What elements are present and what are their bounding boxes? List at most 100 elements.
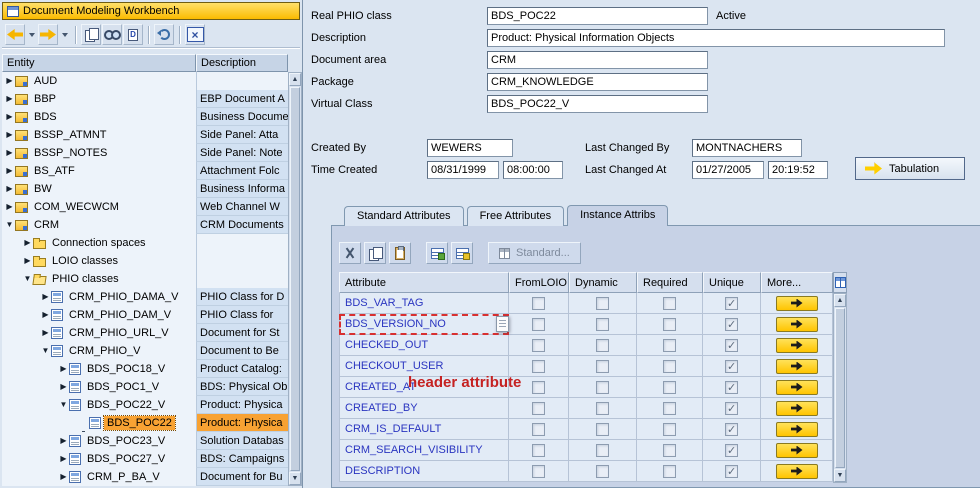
scrollbar-thumb[interactable]	[835, 308, 845, 468]
table-scrollbar[interactable]: ▲ ▼	[833, 293, 847, 483]
scroll-up-icon[interactable]: ▲	[834, 294, 846, 307]
unique-checkbox[interactable]	[725, 317, 738, 331]
tree-row[interactable]: ▶ BS_ATF Attachment Folc	[2, 162, 288, 180]
tree-row[interactable]: ▶ CRM_PHIO_URL_V Document for St	[2, 324, 288, 342]
document-area-field[interactable]	[487, 51, 708, 69]
attribute-row[interactable]: BDS_VAR_TAG	[339, 293, 833, 314]
collapse-icon[interactable]: ▼	[40, 342, 51, 360]
more-detail-button[interactable]	[775, 358, 818, 374]
date-created-field[interactable]	[427, 161, 499, 179]
expand-icon[interactable]: ▶	[4, 126, 15, 144]
tree-row[interactable]: ▶ BDS_POC23_V Solution Databas	[2, 432, 288, 450]
dynamic-checkbox[interactable]	[596, 338, 609, 352]
package-field[interactable]	[487, 73, 708, 91]
tree-row[interactable]: ▶ BSSP_NOTES Side Panel: Note	[2, 144, 288, 162]
required-checkbox[interactable]	[663, 464, 676, 478]
close-button[interactable]: ×	[185, 24, 205, 45]
unique-checkbox[interactable]	[725, 443, 738, 457]
expand-icon[interactable]: ▶	[4, 180, 15, 198]
unique-checkbox[interactable]	[725, 359, 738, 373]
scrollbar-thumb[interactable]	[290, 87, 300, 471]
tree-row[interactable]: ▶ BBP EBP Document A	[2, 90, 288, 108]
tree-row[interactable]: ▼ BDS_POC22_V Product: Physica	[2, 396, 288, 414]
unique-checkbox[interactable]	[725, 338, 738, 352]
attribute-name[interactable]: BDS_VAR_TAG	[345, 297, 423, 309]
attribute-name[interactable]: CHECKED_OUT	[345, 339, 428, 351]
copy-button[interactable]	[81, 24, 101, 45]
attribute-name[interactable]: BDS_VERSION_NO	[345, 318, 446, 330]
dynamic-checkbox[interactable]	[596, 464, 609, 478]
expand-icon[interactable]: ▶	[58, 450, 69, 468]
expand-icon[interactable]: ▶	[4, 72, 15, 90]
attribute-row[interactable]: DESCRIPTION	[339, 461, 833, 482]
dynamic-checkbox[interactable]	[596, 359, 609, 373]
expand-icon[interactable]: ▶	[40, 324, 51, 342]
expand-icon[interactable]: ▶	[4, 198, 15, 216]
time-changed-field[interactable]	[768, 161, 828, 179]
tree-row-selected[interactable]: BDS_POC22 Product: Physica	[2, 414, 288, 432]
back-button[interactable]	[5, 24, 25, 45]
tree-row[interactable]: ▶ BDS_POC27_V BDS: Campaigns	[2, 450, 288, 468]
fromloio-checkbox[interactable]	[532, 338, 545, 352]
date-changed-field[interactable]	[692, 161, 764, 179]
insert-row-button[interactable]	[426, 242, 448, 264]
attribute-name[interactable]: CHECKOUT_USER	[345, 360, 443, 372]
forward-history-dropdown[interactable]	[59, 24, 70, 45]
expand-icon[interactable]: ▶	[4, 90, 15, 108]
last-changed-by-field[interactable]	[692, 139, 802, 157]
fromloio-checkbox[interactable]	[532, 359, 545, 373]
more-detail-button[interactable]	[775, 442, 818, 458]
unique-checkbox[interactable]	[725, 422, 738, 436]
attribute-name[interactable]: CRM_SEARCH_VISIBILITY	[345, 444, 483, 456]
column-header-more[interactable]: More...	[761, 272, 833, 293]
collapse-icon[interactable]: ▼	[22, 270, 33, 288]
attribute-row[interactable]: CHECKED_OUT	[339, 335, 833, 356]
tree-row[interactable]: ▶ BW Business Informa	[2, 180, 288, 198]
attribute-name[interactable]: DESCRIPTION	[345, 465, 420, 477]
unique-checkbox[interactable]	[725, 296, 738, 310]
tree-row[interactable]: ▶ Connection spaces	[2, 234, 288, 252]
expand-icon[interactable]: ▶	[58, 432, 69, 450]
virtual-class-field[interactable]	[487, 95, 708, 113]
expand-icon[interactable]: ▶	[58, 360, 69, 378]
refresh-button[interactable]	[154, 24, 174, 45]
tree-row[interactable]: ▶ AUD	[2, 72, 288, 90]
scroll-down-icon[interactable]: ▼	[289, 472, 301, 485]
tree-row[interactable]: ▼ PHIO classes	[2, 270, 288, 288]
tree-row[interactable]: ▶ BDS_POC18_V Product Catalog:	[2, 360, 288, 378]
dynamic-checkbox[interactable]	[596, 422, 609, 436]
tree-row[interactable]: ▶ CRM_PHIO_DAMA_V PHIO Class for D	[2, 288, 288, 306]
required-checkbox[interactable]	[663, 317, 676, 331]
column-header-attribute[interactable]: Attribute	[339, 272, 509, 293]
scroll-up-icon[interactable]: ▲	[289, 73, 301, 86]
expand-icon[interactable]: ▶	[22, 252, 33, 270]
tab-standard-attributes[interactable]: Standard Attributes	[344, 206, 464, 226]
dynamic-checkbox[interactable]	[596, 443, 609, 457]
tree-row[interactable]: ▼ CRM CRM Documents	[2, 216, 288, 234]
required-checkbox[interactable]	[663, 296, 676, 310]
expand-icon[interactable]: ▶	[4, 144, 15, 162]
more-detail-button[interactable]	[775, 463, 818, 479]
tree-row[interactable]: ▶ LOIO classes	[2, 252, 288, 270]
display-button[interactable]	[102, 24, 122, 45]
column-header-unique[interactable]: Unique	[703, 272, 761, 293]
copy-button[interactable]	[364, 242, 386, 264]
required-checkbox[interactable]	[663, 380, 676, 394]
time-created-field[interactable]	[503, 161, 563, 179]
tree-row[interactable]: ▶ BDS Business Docume	[2, 108, 288, 126]
fromloio-checkbox[interactable]	[532, 317, 545, 331]
tree-row[interactable]: ▶ BSSP_ATMNT Side Panel: Atta	[2, 126, 288, 144]
required-checkbox[interactable]	[663, 401, 676, 415]
dynamic-checkbox[interactable]	[596, 296, 609, 310]
attribute-row[interactable]: BDS_VERSION_NO	[339, 314, 833, 335]
more-detail-button[interactable]	[775, 421, 818, 437]
attribute-name[interactable]: CREATED_BY	[345, 402, 418, 414]
more-detail-button[interactable]	[775, 400, 818, 416]
collapse-icon[interactable]: ▼	[58, 396, 69, 414]
column-header-dynamic[interactable]: Dynamic	[569, 272, 637, 293]
expand-icon[interactable]: ▶	[40, 288, 51, 306]
dynamic-checkbox[interactable]	[596, 380, 609, 394]
standard-button[interactable]: Standard...	[488, 242, 581, 264]
back-history-dropdown[interactable]	[26, 24, 37, 45]
more-detail-button[interactable]	[775, 295, 818, 311]
